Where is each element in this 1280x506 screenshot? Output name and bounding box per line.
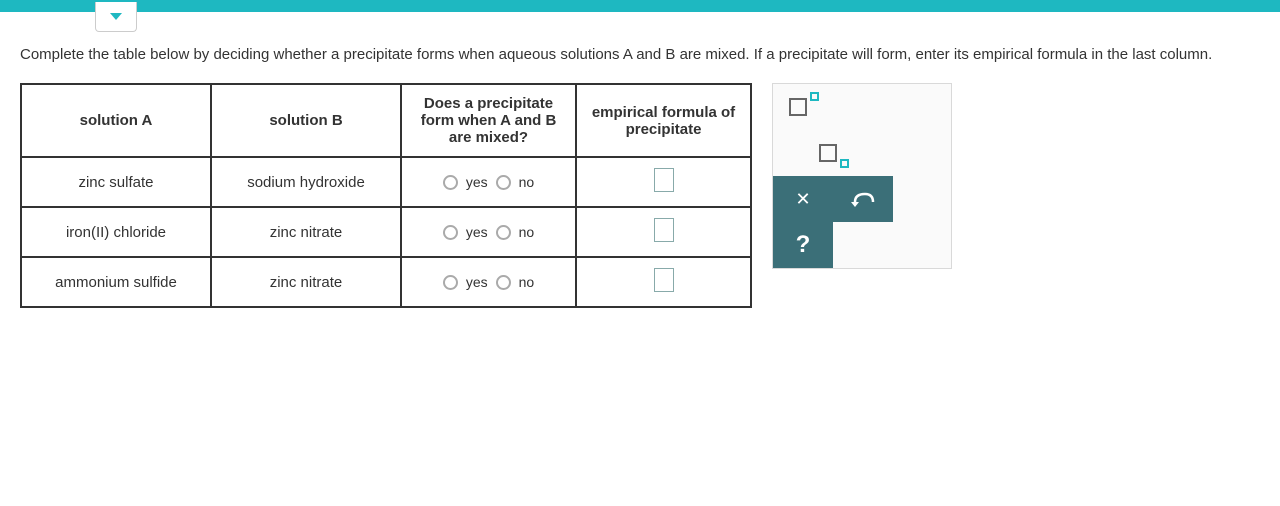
radio-no-label: no (519, 174, 535, 190)
radio-no[interactable] (496, 175, 511, 190)
radio-yes[interactable] (443, 175, 458, 190)
radio-no-label: no (519, 274, 535, 290)
radio-yes-label: yes (466, 274, 488, 290)
cell-solution-b: sodium hydroxide (211, 157, 401, 207)
formula-input[interactable] (654, 168, 674, 192)
header-solution-a: solution A (21, 84, 211, 157)
cell-solution-a: iron(II) chloride (21, 207, 211, 257)
header-solution-b: solution B (211, 84, 401, 157)
top-accent-bar (0, 0, 1280, 12)
cell-solution-a: zinc sulfate (21, 157, 211, 207)
superscript-button[interactable] (773, 84, 833, 130)
table-row: iron(II) chloride zinc nitrate yes no (21, 207, 751, 257)
radio-yes-label: yes (466, 224, 488, 240)
close-icon: ✕ (795, 189, 810, 210)
radio-yes[interactable] (443, 275, 458, 290)
cell-solution-b: zinc nitrate (211, 207, 401, 257)
header-precipitate-form: Does a precipitate form when A and B are… (401, 84, 576, 157)
question-prompt: Complete the table below by deciding whe… (20, 44, 1260, 65)
radio-yes-label: yes (466, 174, 488, 190)
precipitate-table: solution A solution B Does a precipitate… (20, 83, 752, 308)
header-empirical-formula: empirical formula of precipitate (576, 84, 751, 157)
chevron-down-icon (110, 13, 122, 20)
radio-yes[interactable] (443, 225, 458, 240)
toolbar-dropdown[interactable] (95, 2, 137, 32)
reset-button[interactable] (833, 176, 893, 222)
formula-input[interactable] (654, 218, 674, 242)
table-row: ammonium sulfide zinc nitrate yes no (21, 257, 751, 307)
symbol-palette: ✕ ? (772, 83, 952, 269)
radio-no[interactable] (496, 275, 511, 290)
table-row: zinc sulfate sodium hydroxide yes no (21, 157, 751, 207)
help-button[interactable]: ? (773, 222, 833, 268)
cell-solution-a: ammonium sulfide (21, 257, 211, 307)
radio-no[interactable] (496, 225, 511, 240)
radio-no-label: no (519, 224, 535, 240)
subscript-button[interactable] (773, 130, 893, 176)
undo-icon (851, 190, 875, 208)
formula-input[interactable] (654, 268, 674, 292)
cell-solution-b: zinc nitrate (211, 257, 401, 307)
help-icon: ? (796, 231, 811, 259)
clear-button[interactable]: ✕ (773, 176, 833, 222)
